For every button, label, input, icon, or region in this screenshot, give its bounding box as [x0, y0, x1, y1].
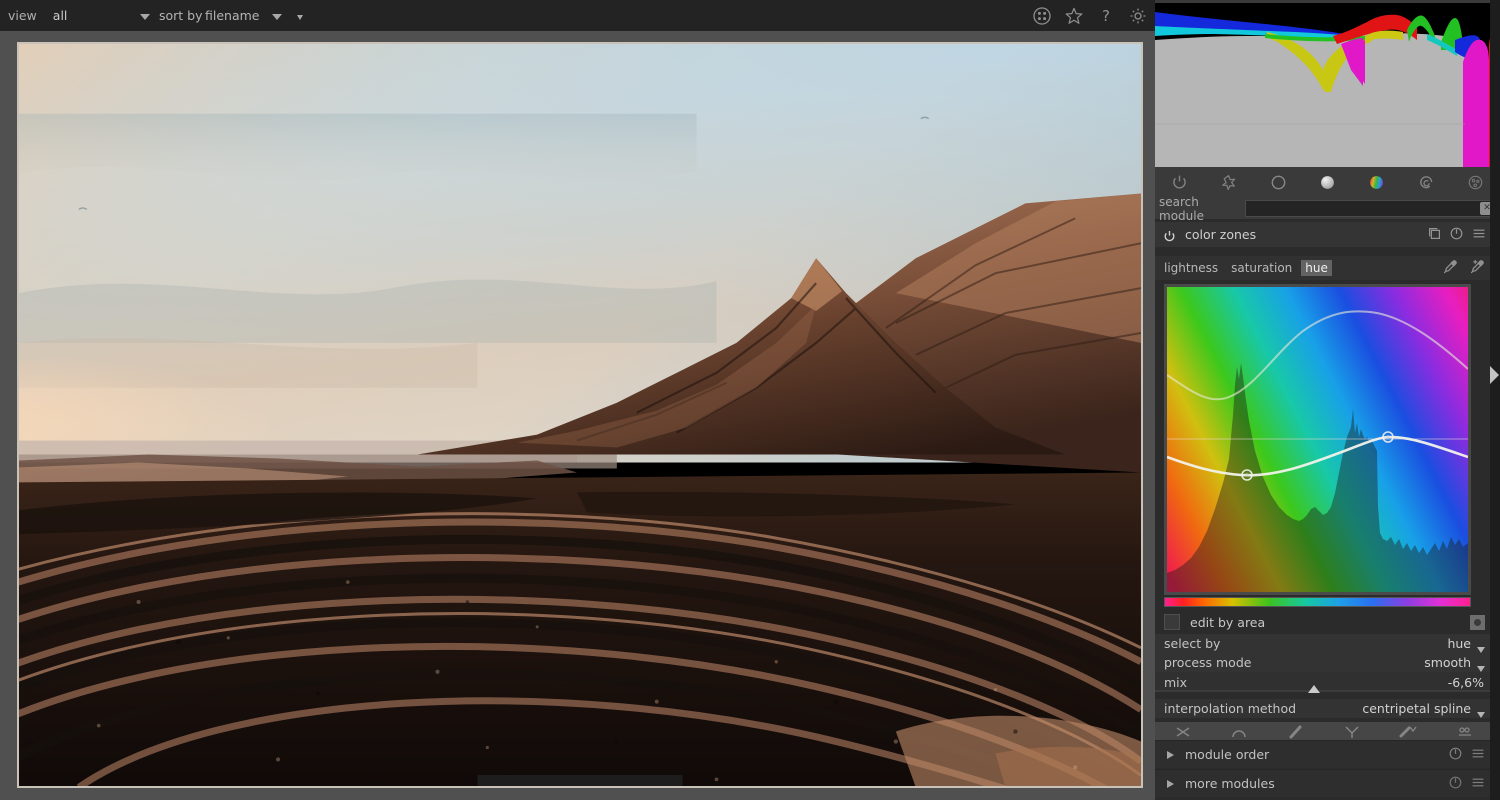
- module-group-technical[interactable]: [1254, 167, 1303, 198]
- module-group-color[interactable]: [1352, 167, 1401, 198]
- reset-icon[interactable]: [1450, 225, 1463, 244]
- section-more-modules[interactable]: more modules: [1155, 769, 1493, 797]
- color-zones-graph[interactable]: [1167, 287, 1468, 592]
- module-group-active-power[interactable]: [1155, 167, 1204, 198]
- presets-menu-icon[interactable]: [1472, 225, 1486, 244]
- select-by-value: hue: [1447, 636, 1471, 651]
- edit-by-area-row: edit by area: [1155, 612, 1493, 632]
- module-header-icons: [1428, 222, 1486, 247]
- sort-by-value[interactable]: filename: [205, 8, 260, 23]
- module-header-color-zones[interactable]: color zones: [1155, 222, 1493, 247]
- tab-lightness[interactable]: lightness: [1160, 260, 1222, 276]
- presets-menu-icon[interactable]: [1471, 776, 1485, 792]
- mix-slider-handle[interactable]: [1307, 685, 1320, 693]
- color-picker-icon[interactable]: [1443, 259, 1458, 278]
- photo-image: [19, 44, 1141, 786]
- module-search-row: search module ✕: [1155, 195, 1500, 223]
- param-select-by[interactable]: select by hue: [1155, 634, 1493, 653]
- interpolation-method-label: interpolation method: [1164, 701, 1297, 716]
- view-label: view: [8, 8, 37, 23]
- sort-direction-toggle[interactable]: [297, 8, 303, 23]
- more-modules-label: more modules: [1185, 776, 1275, 791]
- edited-photo[interactable]: [17, 42, 1143, 788]
- param-interpolation-method[interactable]: interpolation method centripetal spline: [1155, 699, 1493, 718]
- sort-by-label: sort by: [159, 8, 203, 23]
- darkroom-canvas[interactable]: [0, 31, 1155, 800]
- chevron-down-icon: [1477, 706, 1485, 721]
- picker-toggle-icon[interactable]: [1470, 615, 1485, 630]
- blend-mode-icon-row: [1155, 722, 1493, 742]
- param-mix[interactable]: mix -6,6%: [1155, 672, 1493, 693]
- darktable-darkroom-window: view all sort by filename ? search modul…: [0, 0, 1500, 800]
- chevron-down-small-icon: [297, 15, 303, 20]
- chevron-right-icon: [1167, 750, 1174, 759]
- search-module-input[interactable]: ✕: [1245, 200, 1497, 217]
- color-picker-area-icon[interactable]: [1469, 259, 1485, 278]
- color-picker-row: [1443, 256, 1485, 280]
- edit-by-area-checkbox[interactable]: [1164, 614, 1180, 630]
- tab-saturation[interactable]: saturation: [1227, 260, 1296, 276]
- mix-label: mix: [1164, 674, 1188, 690]
- view-value[interactable]: all: [53, 8, 68, 23]
- right-side-panel: search module ✕ color zones lightness sa…: [1155, 0, 1500, 800]
- multi-instance-icon[interactable]: [1428, 225, 1441, 244]
- module-title: color zones: [1185, 227, 1257, 242]
- reset-icon[interactable]: [1449, 747, 1462, 763]
- process-mode-value: smooth: [1424, 655, 1471, 670]
- help-icon[interactable]: ?: [1097, 7, 1115, 25]
- blend-parametric-mask-icon[interactable]: [1324, 724, 1380, 740]
- power-icon[interactable]: [1163, 228, 1176, 242]
- color-zones-graph-frame: [1164, 284, 1471, 595]
- presets-menu-icon[interactable]: [1471, 747, 1485, 763]
- panel-collapse-arrow-icon[interactable]: [1490, 366, 1499, 384]
- blend-raster-mask-icon[interactable]: [1437, 724, 1493, 740]
- blend-uniformly-icon[interactable]: [1211, 724, 1267, 740]
- search-module-label: search module: [1159, 194, 1204, 223]
- view-dropdown-caret[interactable]: [140, 8, 150, 23]
- tab-hue[interactable]: hue: [1301, 260, 1332, 276]
- blend-off-icon[interactable]: [1155, 724, 1211, 740]
- color-zones-channel-tabs: lightness saturation hue: [1155, 256, 1493, 280]
- star-icon[interactable]: [1065, 7, 1083, 25]
- module-order-label: module order: [1185, 747, 1270, 762]
- mix-value: -6,6%: [1447, 674, 1484, 690]
- histogram-top-divider: [1155, 0, 1500, 3]
- rgb-histogram[interactable]: [1155, 0, 1500, 167]
- hue-reference-strip: [1164, 597, 1471, 607]
- module-group-favorites[interactable]: [1204, 167, 1253, 198]
- edit-by-area-label: edit by area: [1190, 614, 1266, 630]
- mix-slider-track[interactable]: [1155, 685, 1493, 693]
- process-mode-label: process mode: [1164, 655, 1252, 670]
- chevron-right-icon: [1167, 779, 1174, 788]
- param-process-mode[interactable]: process mode smooth: [1155, 653, 1493, 672]
- blend-drawn-mask-icon[interactable]: [1268, 724, 1324, 740]
- chevron-down-icon: [272, 14, 282, 20]
- module-group-grading[interactable]: [1303, 167, 1352, 198]
- top-toolbar: view all sort by filename ?: [0, 0, 1155, 31]
- filmstrip-collapse-handle[interactable]: [477, 775, 683, 786]
- svg-text:?: ?: [1102, 7, 1110, 25]
- reset-icon[interactable]: [1449, 776, 1462, 792]
- top-toolbar-icons: ?: [1033, 0, 1147, 31]
- module-group-correction[interactable]: [1401, 167, 1450, 198]
- right-panel-collapse-strip[interactable]: [1490, 0, 1500, 800]
- module-order-icons: [1449, 747, 1485, 763]
- histogram-canvas: [1155, 0, 1500, 167]
- interpolation-method-value: centripetal spline: [1362, 701, 1471, 716]
- module-group-tabs: [1155, 167, 1500, 198]
- blend-drawn-parametric-mask-icon[interactable]: [1380, 724, 1436, 740]
- chevron-down-icon: [140, 14, 150, 20]
- select-by-label: select by: [1164, 636, 1221, 651]
- section-module-order[interactable]: module order: [1155, 740, 1493, 768]
- sort-dropdown-caret[interactable]: [272, 8, 282, 23]
- hue-curve-overlay[interactable]: [1167, 287, 1468, 592]
- gear-icon[interactable]: [1129, 7, 1147, 25]
- more-modules-icons: [1449, 776, 1485, 792]
- grid-view-icon[interactable]: [1033, 6, 1051, 25]
